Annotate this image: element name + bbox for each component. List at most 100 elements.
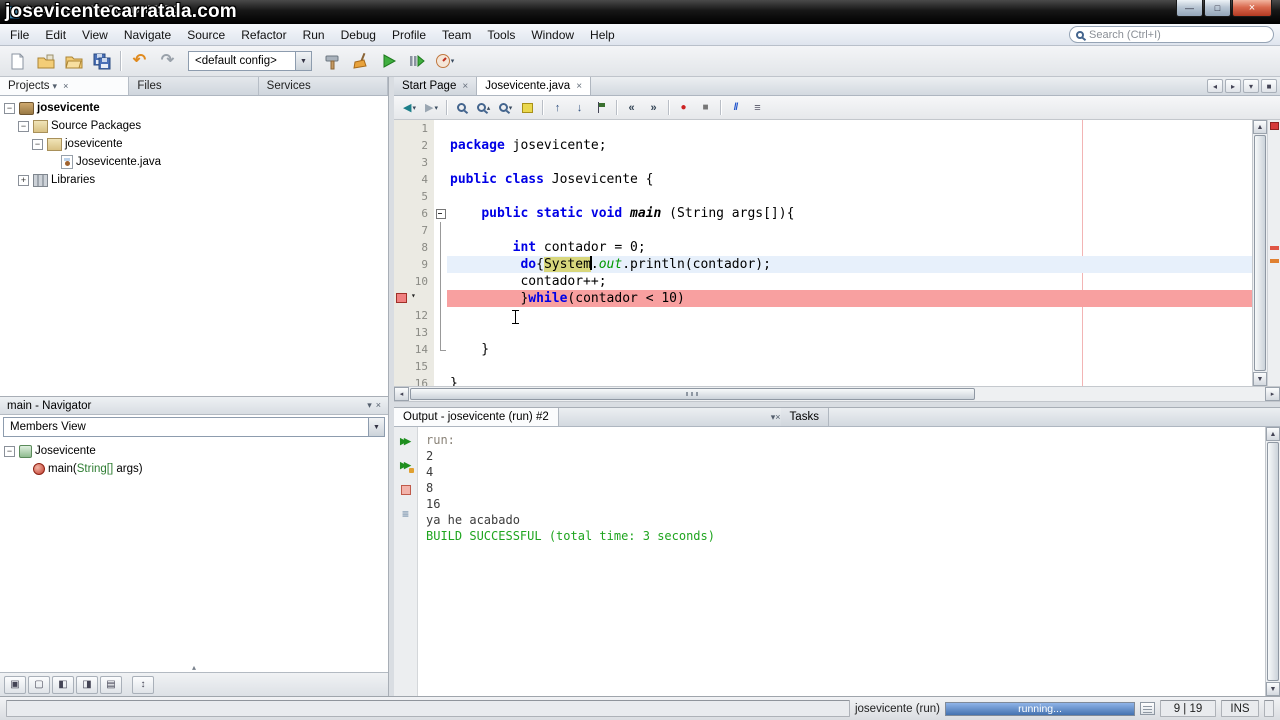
menu-item-edit[interactable]: Edit xyxy=(37,25,74,45)
gutter-line-11[interactable]: ▾ xyxy=(394,290,434,307)
debug-project-button[interactable] xyxy=(403,48,430,74)
config-select[interactable]: <default config> ▼ xyxy=(188,51,312,71)
find-previous-button[interactable]: ▴ xyxy=(473,98,494,117)
gutter-line-12[interactable]: 12 xyxy=(394,307,434,324)
error-stripe-mark[interactable] xyxy=(1270,259,1279,263)
code-text[interactable] xyxy=(447,222,1252,239)
shift-right-button[interactable]: » xyxy=(643,98,664,117)
gutter-line-2[interactable]: 2 xyxy=(394,137,434,154)
minimize-button[interactable]: — xyxy=(1176,0,1203,17)
profile-project-button[interactable]: ▾ xyxy=(431,48,458,74)
menu-item-file[interactable]: File xyxy=(2,25,37,45)
menu-item-window[interactable]: Window xyxy=(523,25,582,45)
gutter-line-15[interactable]: 15 xyxy=(394,358,434,375)
navigator-minimize-icon[interactable]: ▾ xyxy=(367,400,372,411)
title-bar[interactable]: josevicente - NetBeans IDE 7.0.1 josevic… xyxy=(0,0,1280,24)
editor-tab-start-page[interactable]: Start Page × xyxy=(394,77,478,95)
fold-start-icon[interactable] xyxy=(434,205,447,222)
show-static-members-button[interactable]: ◧ xyxy=(52,675,74,694)
tree-item-libraries[interactable]: + Libraries xyxy=(0,171,388,189)
comment-button[interactable]: // xyxy=(725,98,746,117)
gutter-line-7[interactable]: 7 xyxy=(394,222,434,239)
code-text[interactable]: }while(contador < 10) xyxy=(447,290,1252,307)
panel-minimize-icon[interactable]: ▾ xyxy=(50,81,61,92)
open-project-button[interactable] xyxy=(60,48,87,74)
tab-services[interactable]: Services xyxy=(258,77,388,95)
tree-item-josevicente[interactable]: − josevicente xyxy=(0,99,388,117)
menu-item-run[interactable]: Run xyxy=(295,25,333,45)
next-bookmark-button[interactable]: ↓ xyxy=(569,98,590,117)
hscroll-track[interactable] xyxy=(976,387,1265,401)
hscroll-thumb[interactable] xyxy=(410,388,975,400)
tree-item-josevicente[interactable]: − josevicente xyxy=(0,135,388,153)
collapse-handle[interactable]: − xyxy=(4,102,15,114)
error-stripe[interactable] xyxy=(1267,120,1280,386)
menu-item-tools[interactable]: Tools xyxy=(479,25,523,45)
scroll-down-button[interactable]: ▼ xyxy=(1253,372,1267,386)
navigator-header[interactable]: main - Navigator ▾ × xyxy=(0,397,388,415)
menu-item-navigate[interactable]: Navigate xyxy=(116,25,179,45)
insert-mode[interactable]: INS xyxy=(1221,700,1259,717)
sort-by-source-button[interactable]: ↕ xyxy=(132,675,154,694)
scroll-up-button[interactable]: ▲ xyxy=(1266,427,1280,441)
config-dropdown-icon[interactable]: ▼ xyxy=(295,52,311,70)
code-text[interactable]: package josevicente; xyxy=(447,137,1252,154)
uncomment-button[interactable]: ≡ xyxy=(747,98,768,117)
menu-item-team[interactable]: Team xyxy=(434,25,479,45)
code-text[interactable] xyxy=(447,307,1252,324)
splitter-grip-icon[interactable]: ▴ xyxy=(0,663,388,672)
show-inherited-members-button[interactable]: ▣ xyxy=(4,675,26,694)
tab-projects[interactable]: Projects ▾ × xyxy=(0,77,130,95)
code-text[interactable]: contador++; xyxy=(447,273,1252,290)
code-text[interactable] xyxy=(447,154,1252,171)
breakpoint-icon[interactable] xyxy=(396,293,407,303)
close-tab-icon[interactable]: × xyxy=(576,81,582,92)
undo-button[interactable]: ↶ xyxy=(126,48,153,74)
previous-bookmark-button[interactable]: ↑ xyxy=(547,98,568,117)
vscroll-thumb[interactable] xyxy=(1254,135,1266,371)
stop-button[interactable] xyxy=(396,480,415,499)
code-text[interactable]: do{System.out.println(contador); xyxy=(447,256,1252,273)
tab-output[interactable]: Output - josevicente (run) #2 xyxy=(394,408,559,426)
annotation-arrow-icon[interactable]: ▾ xyxy=(411,292,416,300)
code-text[interactable] xyxy=(447,358,1252,375)
collapse-handle[interactable]: − xyxy=(18,120,29,132)
quick-search[interactable]: Search (Ctrl+I) xyxy=(1069,26,1274,43)
tree-item-source-packages[interactable]: − Source Packages xyxy=(0,117,388,135)
gutter-line-9[interactable]: 9 xyxy=(394,256,434,273)
output-vscrollbar[interactable]: ▲ ▼ xyxy=(1265,427,1280,696)
editor-hscrollbar[interactable]: ◂ ▸ xyxy=(394,386,1280,401)
gutter-line-8[interactable]: 8 xyxy=(394,239,434,256)
save-all-button[interactable] xyxy=(88,48,115,74)
editor-vscrollbar[interactable]: ▲ ▼ xyxy=(1252,120,1267,386)
wrap-text-button[interactable]: ≡ xyxy=(396,504,415,523)
gutter-line-4[interactable]: 4 xyxy=(394,171,434,188)
sort-alphabetically-button[interactable]: ▤ xyxy=(100,675,122,694)
code-text[interactable]: } xyxy=(447,375,1252,386)
navigator-close-icon[interactable]: × xyxy=(376,400,381,411)
vscroll-thumb[interactable] xyxy=(1267,442,1279,681)
back-button[interactable]: ◀ ▾ xyxy=(399,98,420,117)
tab-scroll-left-button[interactable]: ◂ xyxy=(1207,79,1223,93)
scroll-down-button[interactable]: ▼ xyxy=(1266,682,1280,696)
code-text[interactable] xyxy=(447,188,1252,205)
rerun-with-params-button[interactable]: ▶▶ xyxy=(396,456,415,475)
code-text[interactable] xyxy=(447,324,1252,341)
tree-item-main-method[interactable]: main(String[] args) xyxy=(0,460,388,478)
panel-close-icon[interactable]: × xyxy=(60,81,71,91)
show-fields-button[interactable]: ▢ xyxy=(28,675,50,694)
collapse-handle[interactable]: − xyxy=(32,138,43,150)
new-file-button[interactable] xyxy=(4,48,31,74)
collapse-handle[interactable]: − xyxy=(4,445,15,457)
toggle-highlight-button[interactable] xyxy=(517,98,538,117)
output-text[interactable]: run: 2 4 8 16 ya he acabado BUILD SUCCESSFUL (… xyxy=(418,427,1265,696)
gutter-line-14[interactable]: 14 xyxy=(394,341,434,358)
gutter-line-1[interactable]: 1 xyxy=(394,120,434,137)
editor-tab-josevicente-java[interactable]: Josevicente.java × xyxy=(477,77,592,95)
progress-bar[interactable]: running... xyxy=(945,701,1135,716)
scroll-left-button[interactable]: ◂ xyxy=(394,387,409,401)
menu-item-debug[interactable]: Debug xyxy=(333,25,384,45)
rerun-button[interactable]: ▶▶ xyxy=(396,432,415,451)
toggle-bookmark-button[interactable] xyxy=(591,98,612,117)
gutter-line-3[interactable]: 3 xyxy=(394,154,434,171)
